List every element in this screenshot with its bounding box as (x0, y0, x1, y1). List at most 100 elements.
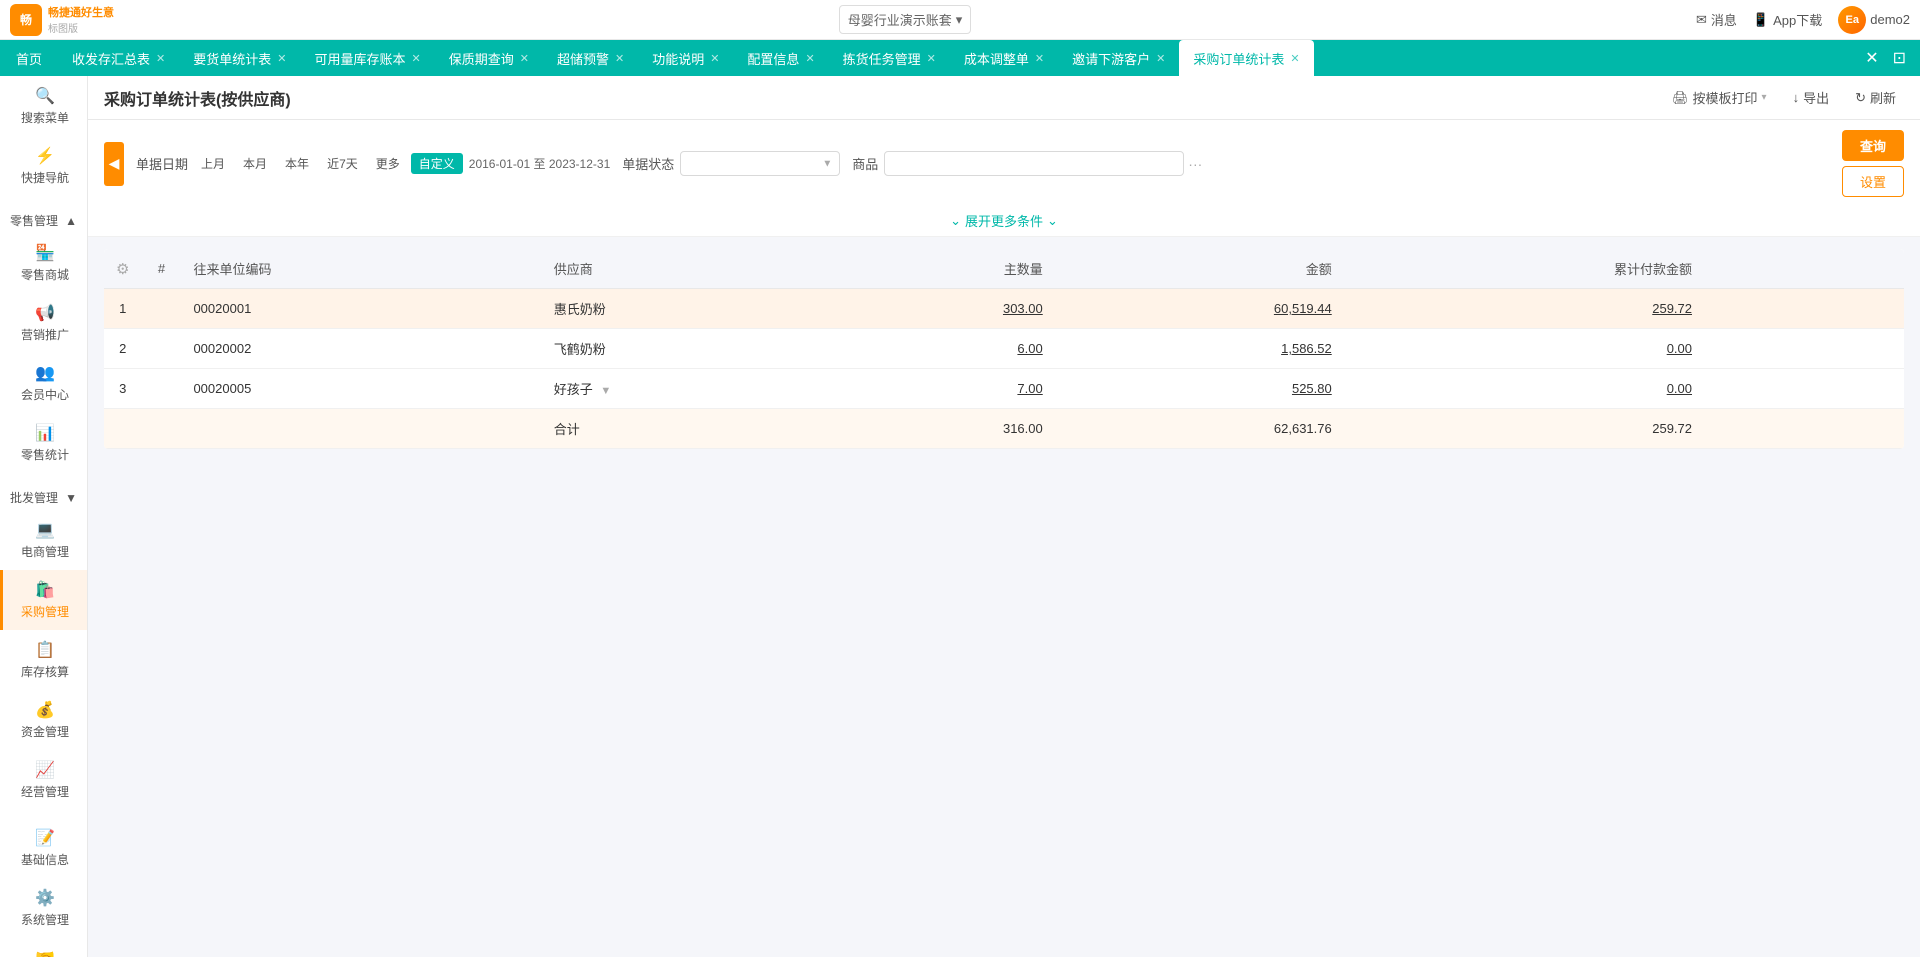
sidebar-item-retail[interactable]: 零售管理 ▲ (0, 204, 87, 233)
sidebar-item-operation[interactable]: 📈 经营管理 (0, 750, 87, 810)
tab-close-icon[interactable]: ✕ (710, 52, 719, 65)
th-supplier-code: 往来单位编码 (181, 249, 541, 289)
query-btn[interactable]: 查询 (1842, 130, 1904, 161)
td-amount-1[interactable]: 60,519.44 (1055, 289, 1344, 329)
sidebar-item-finance[interactable]: 💰 资金管理 (0, 690, 87, 750)
tab-chengben[interactable]: 成本调整单 ✕ (950, 40, 1058, 76)
avatar: Ea (1838, 6, 1866, 34)
tab-chaochu[interactable]: 超储预警 ✕ (543, 40, 638, 76)
sidebar-item-wholesale[interactable]: 批发管理 ▼ (0, 481, 87, 510)
top-bar: 畅 畅捷通好生意 标图版 母婴行业演示账套 ▾ ✉ 消息 📱 App下载 Ea … (0, 0, 1920, 40)
td-supplier-code-2: 00020002 (181, 329, 541, 369)
tab-home[interactable]: 首页 (0, 40, 58, 76)
td-paid-2[interactable]: 0.00 (1344, 329, 1704, 369)
th-settings[interactable]: ⚙ (104, 249, 141, 289)
retailstat-icon: 📊 (35, 423, 55, 443)
sidebar-item-basic[interactable]: 📝 基础信息 (0, 818, 87, 878)
tab-close-icon[interactable]: ✕ (1290, 52, 1299, 65)
td-amount-2[interactable]: 1,586.52 (1055, 329, 1344, 369)
tab-close-icon[interactable]: ✕ (615, 52, 624, 65)
print-btn[interactable]: 🖨 按模板打印 ▾ (1664, 84, 1775, 111)
tab-close-icon[interactable]: ✕ (520, 52, 529, 65)
sidebar-item-enterprise[interactable]: 🤝 企业协同 (0, 938, 87, 957)
td-supplier-code-3: 00020005 (181, 369, 541, 409)
custom-badge[interactable]: 自定义 (411, 153, 463, 174)
tab-peizhi[interactable]: 配置信息 ✕ (733, 40, 828, 76)
user-profile[interactable]: Ea demo2 (1838, 6, 1910, 34)
message-icon: ✉ (1696, 12, 1707, 28)
nav-window-controls: ✕ ⊡ (1859, 44, 1920, 72)
operation-icon: 📈 (35, 760, 55, 780)
td-paid-1[interactable]: 259.72 (1344, 289, 1704, 329)
tab-close-icon[interactable]: ✕ (927, 52, 936, 65)
tab-caigou[interactable]: 采购订单统计表 ✕ (1179, 40, 1313, 76)
th-quantity: 主数量 (830, 249, 1055, 289)
settings-btn[interactable]: 设置 (1842, 166, 1904, 197)
goods-input[interactable] (884, 151, 1184, 176)
tab-close-icon[interactable]: ✕ (156, 52, 165, 65)
download-icon: 📱 (1753, 12, 1769, 28)
messages-btn[interactable]: ✉ 消息 (1696, 10, 1737, 29)
tab-close-icon[interactable]: ✕ (805, 52, 814, 65)
basic-icon: 📝 (35, 828, 55, 848)
sidebar-item-marketing[interactable]: 📢 营销推广 (0, 293, 87, 353)
th-supplier-name: 供应商 (542, 249, 830, 289)
td-paid-3[interactable]: 0.00 (1344, 369, 1704, 409)
nav-tabs: 首页 收发存汇总表 ✕ 要货单统计表 ✕ 可用量库存账本 ✕ 保质期查询 ✕ 超… (0, 40, 1920, 76)
td-amount-3[interactable]: 525.80 (1055, 369, 1344, 409)
shortcut-more[interactable]: 更多 (369, 153, 407, 174)
td-quantity-3[interactable]: 7.00 (830, 369, 1055, 409)
data-table: ⚙ # 往来单位编码 供应商 主 (104, 249, 1904, 449)
export-icon: ↓ (1793, 90, 1800, 105)
tab-close-icon[interactable]: ✕ (277, 52, 286, 65)
tab-gongneng[interactable]: 功能说明 ✕ (638, 40, 733, 76)
main-layout: 🔍 搜索菜单 ⚡ 快捷导航 零售管理 ▲ 🏪 零售商城 📢 营销推广 👥 会员中… (0, 76, 1920, 957)
settings-gear-icon[interactable]: ⚙ (116, 261, 129, 278)
shortcut-last-month[interactable]: 上月 (194, 153, 232, 174)
expand-more-btn[interactable]: ⌄ 展开更多条件 ⌄ (950, 211, 1058, 230)
sidebar-item-ecommerce[interactable]: 💻 电商管理 (0, 510, 87, 570)
shortcut-7days[interactable]: 近7天 (320, 153, 365, 174)
sidebar-item-retailshop[interactable]: 🏪 零售商城 (0, 233, 87, 293)
maximize-window-btn[interactable]: ⊡ (1887, 44, 1912, 72)
finance-icon: 💰 (35, 700, 55, 720)
retailshop-icon: 🏪 (35, 243, 55, 263)
sidebar-item-system[interactable]: ⚙️ 系统管理 (0, 878, 87, 938)
sidebar-item-purchase[interactable]: 🛍️ 采购管理 (0, 570, 87, 630)
more-options-icon[interactable]: ··· (1188, 156, 1202, 172)
sidebar-item-member[interactable]: 👥 会员中心 (0, 353, 87, 413)
td-footer-quantity: 316.00 (830, 409, 1055, 449)
workspace-selector[interactable]: 母婴行业演示账套 ▾ (839, 5, 972, 34)
td-footer-label (104, 409, 542, 449)
tab-yaohuo[interactable]: 要货单统计表 ✕ (179, 40, 300, 76)
app-download-btn[interactable]: 📱 App下载 (1753, 10, 1822, 29)
refresh-icon: ↻ (1855, 90, 1866, 106)
close-window-btn[interactable]: ✕ (1859, 44, 1884, 72)
refresh-btn[interactable]: ↻ 刷新 (1847, 84, 1904, 111)
sidebar-item-inventory[interactable]: 📋 库存核算 (0, 630, 87, 690)
tab-close-icon[interactable]: ✕ (1035, 52, 1044, 65)
td-seq-3: 3 (104, 369, 141, 409)
shortcut-this-month[interactable]: 本月 (236, 153, 274, 174)
marketing-icon: 📢 (35, 303, 55, 323)
tab-baoquan[interactable]: 保质期查询 ✕ (435, 40, 543, 76)
tab-close-icon[interactable]: ✕ (412, 52, 421, 65)
tab-close-icon[interactable]: ✕ (1156, 52, 1165, 65)
td-seq-1: 1 (104, 289, 141, 329)
sidebar-item-quicknav[interactable]: ⚡ 快捷导航 (0, 136, 87, 196)
tab-yaoqing[interactable]: 邀请下游客户 ✕ (1058, 40, 1179, 76)
td-supplier-name-2: 飞鹤奶粉 (542, 329, 830, 369)
filter-collapse-btn[interactable]: ◀ (104, 142, 124, 186)
export-btn[interactable]: ↓ 导出 (1785, 84, 1838, 111)
td-quantity-1[interactable]: 303.00 (830, 289, 1055, 329)
td-quantity-2[interactable]: 6.00 (830, 329, 1055, 369)
sidebar-item-search[interactable]: 🔍 搜索菜单 (0, 76, 87, 136)
status-select[interactable] (680, 151, 840, 176)
tab-shoufayuhui[interactable]: 收发存汇总表 ✕ (58, 40, 179, 76)
shortcut-this-year[interactable]: 本年 (278, 153, 316, 174)
tab-pihuo[interactable]: 拣货任务管理 ✕ (829, 40, 950, 76)
sidebar-item-retailstat[interactable]: 📊 零售统计 (0, 413, 87, 473)
table-footer: 合计 316.00 62,631.76 259.72 (104, 409, 1904, 449)
td-supplier-name-1: 惠氏奶粉 (542, 289, 830, 329)
tab-kuyuncun[interactable]: 可用量库存账本 ✕ (300, 40, 434, 76)
